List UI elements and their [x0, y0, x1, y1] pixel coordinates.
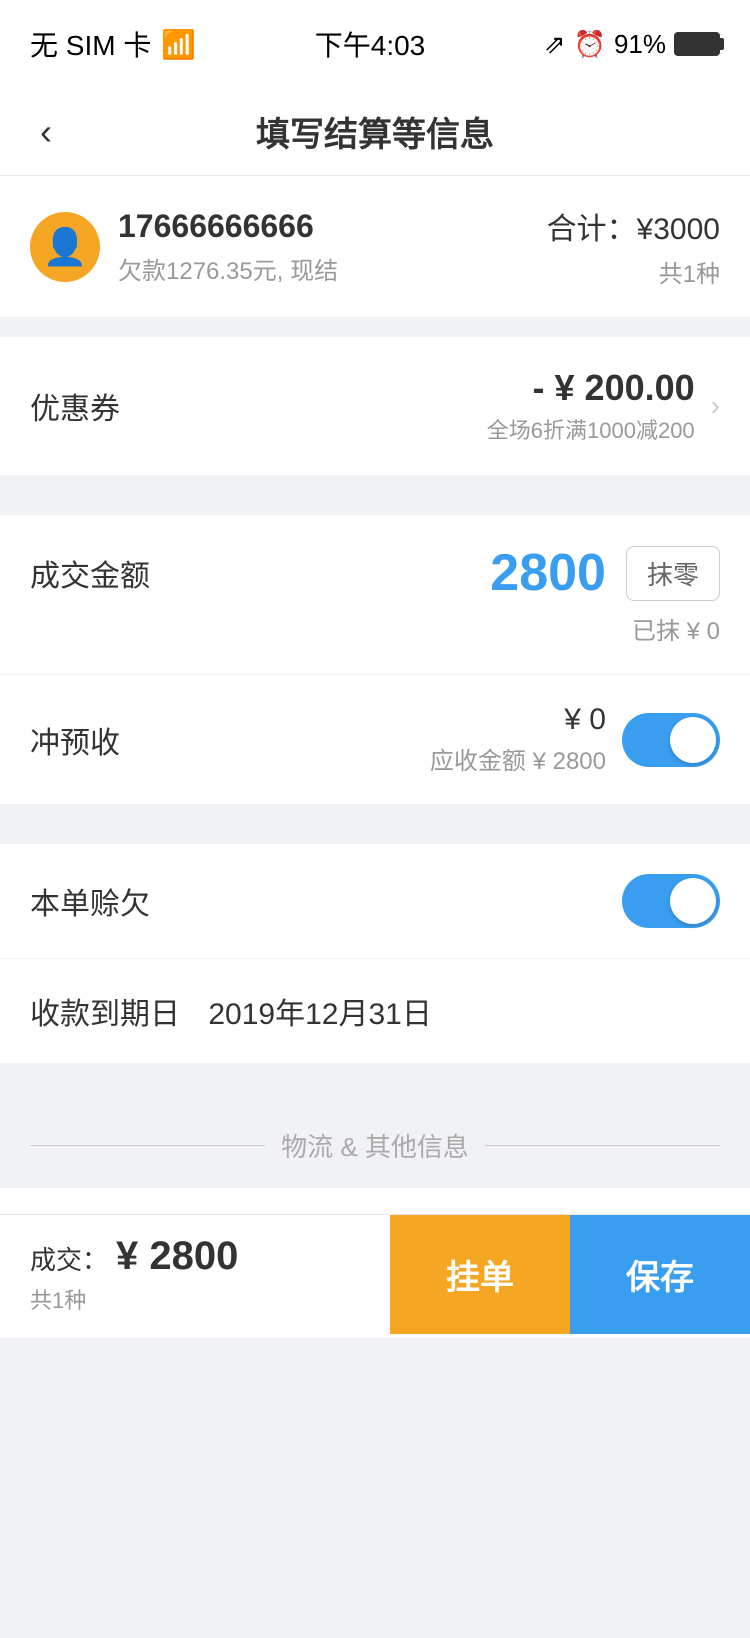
coupon-value: - ¥ 200.00 [487, 367, 695, 409]
coupon-right: - ¥ 200.00 全场6折满1000减200 › [487, 367, 720, 445]
carrier-text: 无 SIM 卡 [30, 24, 151, 64]
section-divider-1 [0, 495, 750, 515]
amount-section: 成交金额 2800 抹零 已抹 ¥ 0 [0, 515, 750, 674]
bottom-label: 成交： [30, 1240, 108, 1277]
main-content: 👤 17666666666 欠款1276.35元, 现结 合计：¥3000 共1… [0, 176, 750, 1638]
customer-right: 合计：¥3000 共1种 [547, 204, 720, 289]
customer-info: 17666666666 欠款1276.35元, 现结 [118, 208, 338, 286]
customer-subinfo: 欠款1276.35元, 现结 [118, 251, 338, 286]
prepay-row: 冲预收 ¥ 0 应收金额 ¥ 2800 [30, 703, 720, 776]
nav-bar: ‹ 填写结算等信息 [0, 88, 750, 176]
pending-button[interactable]: 挂单 [390, 1215, 570, 1334]
avatar-icon: 👤 [43, 226, 88, 268]
prepay-value-col: ¥ 0 应收金额 ¥ 2800 [430, 703, 606, 776]
gray-filler [0, 1358, 750, 1518]
avatar: 👤 [30, 212, 100, 282]
debt-section: 本单赊欠 [0, 844, 750, 958]
transaction-card: 成交金额 2800 抹零 已抹 ¥ 0 冲预收 ¥ 0 应收金额 ¥ 2800 [0, 515, 750, 804]
location-icon: ⇗ [544, 29, 566, 60]
coupon-sub: 全场6折满1000减200 [487, 413, 695, 445]
logistics-label: 物流 & 其他信息 [281, 1127, 469, 1164]
coupon-label: 优惠券 [30, 384, 120, 428]
bottom-bar: 成交： ¥ 2800 共1种 挂单 保存 [0, 1214, 750, 1334]
customer-total: 合计：¥3000 [547, 204, 720, 248]
battery-icon [674, 32, 720, 56]
round-button[interactable]: 抹零 [626, 546, 720, 601]
customer-card: 👤 17666666666 欠款1276.35元, 现结 合计：¥3000 共1… [0, 176, 750, 317]
wifi-icon: 📶 [161, 28, 196, 61]
logistics-header: 物流 & 其他信息 [0, 1103, 750, 1188]
debt-card: 本单赊欠 收款到期日 2019年12月31日 [0, 844, 750, 1063]
coupon-card[interactable]: 优惠券 - ¥ 200.00 全场6折满1000减200 › [0, 337, 750, 475]
customer-count: 共1种 [547, 254, 720, 289]
transaction-sub: 已抹 ¥ 0 [30, 611, 720, 646]
duedate-label: 收款到期日 [30, 998, 180, 1031]
bottom-total-value: ¥ 2800 [116, 1234, 238, 1279]
customer-phone: 17666666666 [118, 208, 338, 245]
prepay-sub: 应收金额 ¥ 2800 [430, 741, 606, 776]
status-left: 无 SIM 卡 📶 [30, 24, 196, 64]
bottom-spacer [0, 1518, 750, 1638]
status-right: ⇗ ⏰ 91% [544, 29, 720, 60]
section-divider-2 [0, 824, 750, 844]
transaction-label: 成交金额 [30, 551, 150, 595]
bottom-count: 共1种 [30, 1283, 360, 1315]
duedate-value: 2019年12月31日 [208, 998, 431, 1031]
prepay-toggle[interactable] [622, 713, 720, 767]
debt-label: 本单赊欠 [30, 879, 150, 923]
coupon-chevron-icon: › [711, 390, 720, 422]
duedate-section: 收款到期日 2019年12月31日 [0, 958, 750, 1063]
prepay-value: ¥ 0 [430, 703, 606, 737]
prepay-right: ¥ 0 应收金额 ¥ 2800 [430, 703, 720, 776]
amount-right: 2800 抹零 [490, 543, 720, 603]
prepay-section: 冲预收 ¥ 0 应收金额 ¥ 2800 [0, 674, 750, 804]
section-divider-3 [0, 1083, 750, 1103]
divider-line-right [485, 1145, 720, 1146]
time-text: 下午4:03 [315, 24, 426, 64]
debt-toggle[interactable] [622, 874, 720, 928]
status-bar: 无 SIM 卡 📶 下午4:03 ⇗ ⏰ 91% [0, 0, 750, 88]
save-button[interactable]: 保存 [570, 1215, 750, 1334]
amount-row: 成交金额 2800 抹零 [30, 543, 720, 603]
coupon-row[interactable]: 优惠券 - ¥ 200.00 全场6折满1000减200 › [0, 337, 750, 475]
alarm-icon: ⏰ [574, 29, 606, 60]
customer-row: 👤 17666666666 欠款1276.35元, 现结 合计：¥3000 共1… [0, 176, 750, 317]
battery-text: 91% [614, 29, 666, 60]
bottom-amount: 成交： ¥ 2800 [30, 1234, 360, 1279]
back-button[interactable]: ‹ [30, 101, 62, 163]
prepay-label: 冲预收 [30, 718, 120, 762]
transaction-amount: 2800 [490, 543, 606, 603]
bottom-info: 成交： ¥ 2800 共1种 [0, 1215, 390, 1334]
divider-line-left [30, 1145, 265, 1146]
page-title: 填写结算等信息 [256, 107, 494, 156]
customer-left: 👤 17666666666 欠款1276.35元, 现结 [30, 208, 338, 286]
